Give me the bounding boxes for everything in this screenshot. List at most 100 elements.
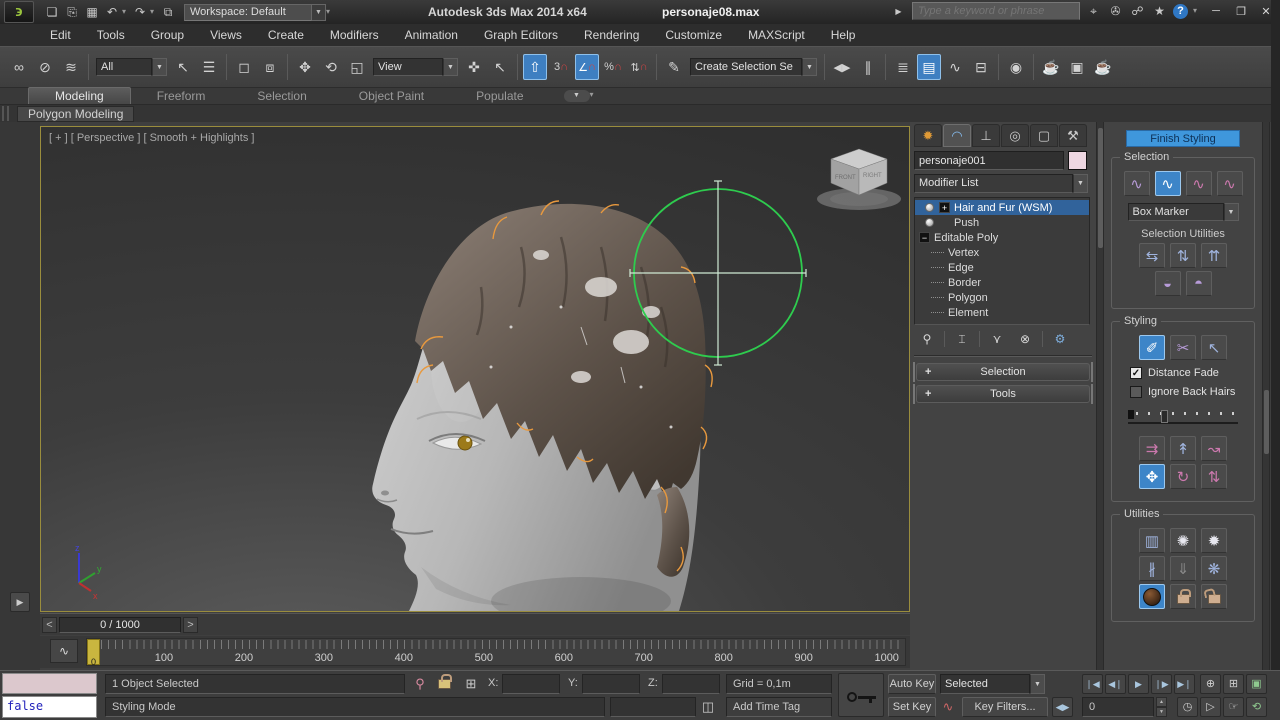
y-coordinate-field[interactable]	[582, 674, 640, 694]
reference-coordinate-dropdown[interactable]: View ▼	[373, 58, 458, 76]
edit-named-selection-sets-icon[interactable]: ✎	[662, 54, 686, 80]
curve-editor-icon[interactable]: ∿	[943, 54, 967, 80]
stack-subitem-element[interactable]: Element	[915, 305, 1089, 320]
frame-spinner[interactable]: ▲ ▼	[1156, 697, 1167, 717]
pop-selected-icon[interactable]: ✹	[1201, 528, 1227, 553]
menu-item[interactable]: Create	[268, 28, 304, 42]
undo-caret-icon[interactable]: ▾	[122, 3, 130, 21]
absolute-offset-toggle-icon[interactable]: ⊞	[462, 674, 480, 694]
expand-plus-icon[interactable]: +	[939, 202, 950, 213]
invert-selection-icon[interactable]: ⇆	[1139, 243, 1165, 268]
isolate-pin-icon[interactable]: ⚲	[412, 674, 428, 694]
visibility-bulb-icon[interactable]	[925, 218, 934, 227]
selection-filter-value[interactable]: All	[96, 58, 152, 76]
menu-item[interactable]: Views	[210, 28, 242, 42]
percent-snap-toggle[interactable]: % ∩	[601, 54, 625, 80]
create-tab-icon[interactable]: ✹	[923, 128, 934, 144]
menu-item[interactable]: Customize	[665, 28, 722, 42]
hair-scale-icon[interactable]: ⇅	[1201, 464, 1227, 489]
menu-item[interactable]: Edit	[50, 28, 71, 42]
ribbon-tab-freeform[interactable]: Freeform	[131, 88, 232, 104]
select-and-rotate-icon[interactable]: ⟲	[319, 54, 343, 80]
window-crossing-icon[interactable]: ⧈	[258, 54, 282, 80]
hierarchy-tab[interactable]: ⊥	[972, 124, 1000, 147]
brush-size-slider[interactable]	[1128, 410, 1238, 426]
infocenter-expand-icon[interactable]: ▶	[890, 7, 907, 16]
stack-item-push[interactable]: Push	[915, 215, 1089, 230]
timeline-ruler[interactable]: 01002003004005006007008009001000 0	[86, 638, 906, 667]
menu-item[interactable]: Tools	[97, 28, 125, 42]
layer-manager-icon[interactable]: ≣	[891, 54, 915, 80]
redo-caret-icon[interactable]: ▾	[150, 3, 158, 21]
workspace-value[interactable]: Workspace: Default	[184, 3, 312, 21]
workspace-dropdown[interactable]: Workspace: Default ▼	[184, 3, 326, 21]
hair-translate-icon[interactable]: ⇉	[1139, 436, 1165, 461]
named-selection-sets-dropdown[interactable]: Create Selection Se ▼	[690, 58, 817, 76]
select-hair-ends-icon[interactable]: ∿	[1123, 171, 1150, 196]
reset-rest-icon[interactable]: ⇓	[1170, 556, 1196, 581]
ribbon-tab-modeling[interactable]: Modeling	[28, 87, 131, 104]
open-file-button[interactable]: ⎘	[62, 3, 82, 21]
viewport-canvas[interactable]: FRONT RIGHT z y x	[41, 127, 909, 611]
add-time-tag[interactable]: Add Time Tag	[726, 697, 832, 717]
pan-hand-icon[interactable]: ☞	[1223, 697, 1244, 717]
notes-icon[interactable]: ◫	[700, 697, 716, 717]
stack-subitem-polygon[interactable]: Polygon	[915, 290, 1089, 305]
workspace-caret-icon[interactable]: ▾	[326, 3, 334, 21]
save-file-button[interactable]: ▦	[82, 3, 102, 21]
hair-puff-roots-icon[interactable]: ↝	[1201, 436, 1227, 461]
select-and-move-icon[interactable]: ✥	[293, 54, 317, 80]
configure-modifier-sets-icon[interactable]: ⚙	[1047, 329, 1073, 349]
time-slider-handle[interactable]: 0	[87, 639, 100, 667]
rollout-tools[interactable]: + Tools	[913, 384, 1093, 404]
modifier-list-arrow-icon[interactable]: ▼	[1073, 174, 1088, 193]
selection-filter-arrow-icon[interactable]: ▼	[152, 58, 167, 76]
help-caret-icon[interactable]: ▾	[1193, 2, 1201, 20]
key-mode-toggle[interactable]: ◀▶	[1052, 697, 1073, 717]
display-tab[interactable]: ▢	[1030, 124, 1058, 147]
viewcube-front-label[interactable]: FRONT	[835, 175, 856, 181]
rectangular-selection-region-icon[interactable]: ◻	[232, 54, 256, 80]
distance-fade-checkbox[interactable]: ✓ Distance Fade	[1130, 367, 1250, 379]
checkbox-checked-icon[interactable]: ✓	[1130, 367, 1142, 379]
menu-item[interactable]: Animation	[405, 28, 458, 42]
menu-item[interactable]: Group	[151, 28, 184, 42]
pop-zero-sized-icon[interactable]: ✺	[1170, 528, 1196, 553]
help-icon[interactable]: ?	[1173, 3, 1188, 19]
redo-button[interactable]: ↷	[130, 3, 150, 21]
stack-item-editable-poly[interactable]: − Editable Poly	[915, 230, 1089, 245]
favorites-star-icon[interactable]: ★	[1151, 4, 1168, 18]
viewcube-right-label[interactable]: RIGHT	[863, 173, 882, 179]
scrollbar-thumb[interactable]	[1264, 390, 1269, 454]
reference-coordinate-value[interactable]: View	[373, 58, 443, 76]
named-selection-sets-value[interactable]: Create Selection Se	[690, 58, 802, 76]
viewport-label[interactable]: [ + ] [ Perspective ] [ Smooth + Highlig…	[49, 132, 254, 144]
polygon-modeling-panel-button[interactable]: Polygon Modeling	[17, 105, 135, 122]
collapse-minus-icon[interactable]: −	[919, 232, 930, 243]
search-input[interactable]	[912, 2, 1080, 20]
hair-panel-scrollbar[interactable]	[1262, 122, 1270, 670]
spinner-up-icon[interactable]: ▲	[1156, 697, 1167, 707]
make-unique-icon[interactable]: ⋎	[984, 329, 1010, 349]
auto-key-button[interactable]: Auto Key	[888, 674, 936, 694]
viewcube[interactable]: FRONT RIGHT	[817, 148, 901, 210]
next-frame-button[interactable]: ❘▶	[1151, 674, 1172, 694]
select-by-name-icon[interactable]: ☰	[197, 54, 221, 80]
hide-selected-icon[interactable]: ◒	[1154, 271, 1181, 296]
use-center-icon[interactable]: ✜	[462, 54, 486, 80]
select-and-link-icon[interactable]: ∞	[7, 54, 31, 80]
render-setup-icon[interactable]: ☕	[1039, 54, 1063, 80]
modifier-list-dropdown[interactable]: Modifier List ▼	[914, 174, 1092, 193]
mirror-icon[interactable]: ◀▶	[830, 54, 854, 80]
rollout-selection[interactable]: + Selection	[913, 362, 1093, 382]
minimize-button[interactable]: ─	[1206, 5, 1226, 17]
select-guide-roots-icon[interactable]: ∿	[1216, 171, 1243, 196]
reference-coordinate-arrow-icon[interactable]: ▼	[443, 58, 458, 76]
search-icon[interactable]: ⌖	[1085, 4, 1102, 19]
communication-center-icon[interactable]: ☍	[1129, 4, 1146, 18]
select-object-icon[interactable]: ↖	[171, 54, 195, 80]
ribbon-options-caret-icon[interactable]: ▾	[590, 86, 598, 104]
stack-item-hair-and-fur[interactable]: + Hair and Fur (WSM)	[915, 200, 1089, 215]
selection-filter-dropdown[interactable]: All ▼	[96, 58, 167, 76]
menu-item[interactable]: MAXScript	[748, 28, 805, 42]
